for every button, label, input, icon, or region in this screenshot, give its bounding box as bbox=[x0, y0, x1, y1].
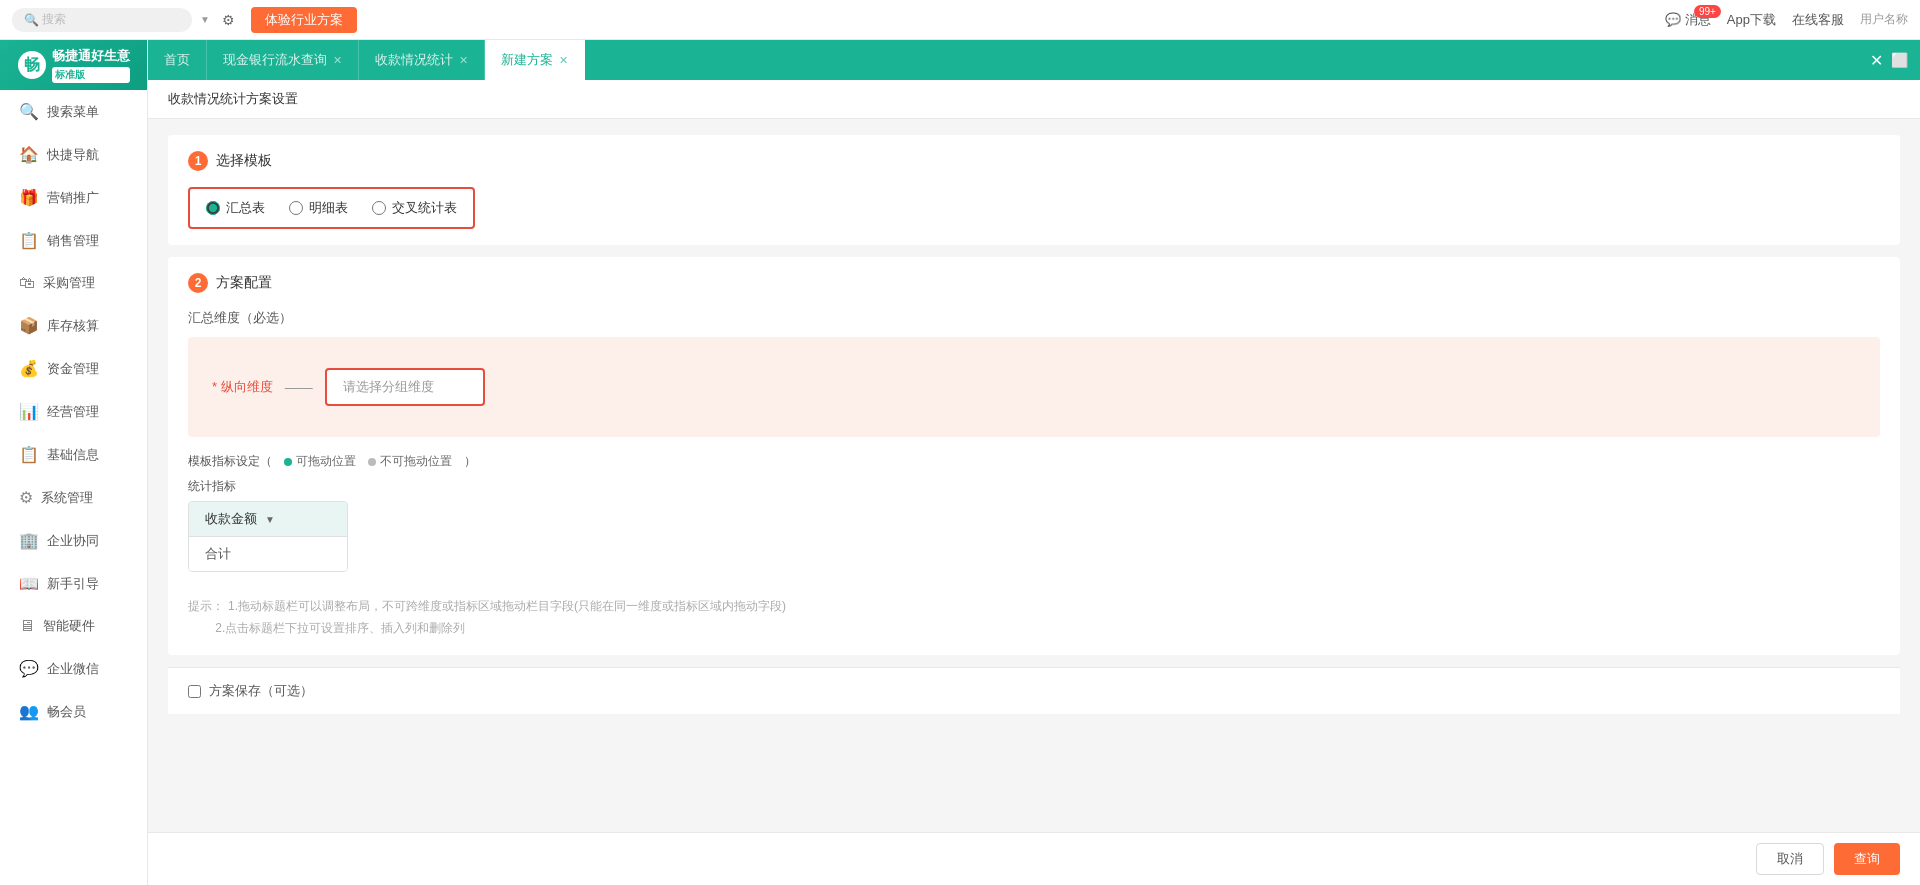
hint-line-1: 提示： 1.拖动标题栏可以调整布局，不可跨维度或指标区域拖动栏目字段(只能在同一… bbox=[188, 596, 1880, 618]
content-area: 首页 现金银行流水查询 ✕ 收款情况统计 ✕ 新建方案 ✕ ✕ ⬜ 收 bbox=[148, 40, 1920, 885]
radio-detail-input[interactable] bbox=[289, 201, 303, 215]
search-menu-icon: 🔍 bbox=[19, 102, 39, 121]
step2-section: 2 方案配置 汇总维度（必选） * 纵向维度 —— bbox=[168, 257, 1900, 655]
dim-arrow-icon: —— bbox=[285, 379, 313, 395]
save-checkbox[interactable] bbox=[188, 685, 201, 698]
page-content: 收款情况统计方案设置 1 选择模板 汇总表 bbox=[148, 80, 1920, 885]
metric-settings: 模板指标设定（ 可拖动位置 不可拖动位置 ） 统计指标 bbox=[188, 453, 1880, 576]
settings-icon[interactable]: ⚙ bbox=[222, 12, 235, 28]
tab-actions: ✕ ⬜ bbox=[1858, 51, 1920, 70]
sidebar: 畅 畅捷通好生意 标准版 🔍 搜索菜单 🏠 快捷导航 🎁 营销推广 📋 销售管理… bbox=[0, 40, 148, 885]
finance-icon: 💰 bbox=[19, 359, 39, 378]
hint-line-2: 2.点击标题栏下拉可设置排序、插入列和删除列 bbox=[188, 618, 1880, 640]
hardware-icon: 🖥 bbox=[19, 617, 35, 635]
tab-stats-close-icon[interactable]: ✕ bbox=[459, 54, 468, 67]
sidebar-item-guide[interactable]: 📖 新手引导 bbox=[0, 562, 147, 605]
sidebar-item-marketing[interactable]: 🎁 营销推广 bbox=[0, 176, 147, 219]
purchase-icon: 🛍 bbox=[19, 274, 35, 292]
sales-icon: 📋 bbox=[19, 231, 39, 250]
radio-detail[interactable]: 明细表 bbox=[289, 199, 348, 217]
tab-bank-close-icon[interactable]: ✕ bbox=[333, 54, 342, 67]
drag-indicator: 可拖动位置 bbox=[284, 453, 356, 470]
dim-row-label: * 纵向维度 bbox=[212, 378, 273, 396]
sidebar-item-member[interactable]: 👥 畅会员 bbox=[0, 690, 147, 733]
basic-icon: 📋 bbox=[19, 445, 39, 464]
sidebar-item-search[interactable]: 🔍 搜索菜单 bbox=[0, 90, 147, 133]
close-window-icon[interactable]: ✕ bbox=[1870, 51, 1883, 70]
sidebar-item-purchase[interactable]: 🛍 采购管理 bbox=[0, 262, 147, 304]
top-bar-right: 💬 消息 99+ App下载 在线客服 用户名称 bbox=[1665, 11, 1908, 29]
save-section: 方案保存（可选） bbox=[168, 667, 1900, 714]
member-icon: 👥 bbox=[19, 702, 39, 721]
sidebar-item-system[interactable]: ⚙ 系统管理 bbox=[0, 476, 147, 519]
tab-bank[interactable]: 现金银行流水查询 ✕ bbox=[207, 40, 359, 80]
top-search[interactable]: 🔍 搜索 bbox=[12, 8, 192, 32]
weixin-icon: 💬 bbox=[19, 659, 39, 678]
hint-title: 提示： bbox=[188, 596, 224, 618]
dim-row: * 纵向维度 —— 请选择分组维度 bbox=[212, 368, 485, 406]
home-icon: 🏠 bbox=[19, 145, 39, 164]
step2-title: 2 方案配置 bbox=[188, 273, 1880, 293]
metric-dropdown-icon[interactable]: ▼ bbox=[265, 514, 275, 525]
query-button[interactable]: 查询 bbox=[1834, 843, 1900, 875]
main-layout: 畅 畅捷通好生意 标准版 🔍 搜索菜单 🏠 快捷导航 🎁 营销推广 📋 销售管理… bbox=[0, 40, 1920, 885]
maximize-icon[interactable]: ⬜ bbox=[1891, 52, 1908, 68]
enterprise-icon: 🏢 bbox=[19, 531, 39, 550]
notification-btn[interactable]: 💬 消息 99+ bbox=[1665, 11, 1711, 29]
radio-cross[interactable]: 交叉统计表 bbox=[372, 199, 457, 217]
sidebar-item-basic[interactable]: 📋 基础信息 bbox=[0, 433, 147, 476]
tab-new-plan-close-icon[interactable]: ✕ bbox=[559, 54, 568, 67]
dim-area: * 纵向维度 —— 请选择分组维度 bbox=[188, 337, 1880, 437]
industry-btn[interactable]: 体验行业方案 bbox=[251, 7, 357, 33]
sidebar-item-inventory[interactable]: 📦 库存核算 bbox=[0, 304, 147, 347]
sidebar-logo: 畅 畅捷通好生意 标准版 bbox=[0, 40, 147, 90]
sidebar-item-finance[interactable]: 💰 资金管理 bbox=[0, 347, 147, 390]
metric-table-row: 合计 bbox=[189, 537, 347, 571]
sidebar-item-hardware[interactable]: 🖥 智能硬件 bbox=[0, 605, 147, 647]
sidebar-item-management[interactable]: 📊 经营管理 bbox=[0, 390, 147, 433]
sidebar-item-quick-nav[interactable]: 🏠 快捷导航 bbox=[0, 133, 147, 176]
tab-bar: 首页 现金银行流水查询 ✕ 收款情况统计 ✕ 新建方案 ✕ ✕ ⬜ bbox=[148, 40, 1920, 80]
template-options: 汇总表 明细表 交叉统计表 bbox=[188, 187, 475, 229]
tab-stats[interactable]: 收款情况统计 ✕ bbox=[359, 40, 485, 80]
cancel-button[interactable]: 取消 bbox=[1756, 843, 1824, 875]
dropdown-arrow-icon[interactable]: ▼ bbox=[200, 14, 210, 25]
form-body: 1 选择模板 汇总表 明细表 bbox=[148, 119, 1920, 832]
logo-icon: 畅 bbox=[18, 51, 46, 79]
hint-area: 提示： 1.拖动标题栏可以调整布局，不可跨维度或指标区域拖动栏目字段(只能在同一… bbox=[188, 596, 1880, 639]
inventory-icon: 📦 bbox=[19, 316, 39, 335]
no-drag-indicator: 不可拖动位置 bbox=[368, 453, 452, 470]
dim-select-box[interactable]: 请选择分组维度 bbox=[325, 368, 485, 406]
user-name[interactable]: 用户名称 bbox=[1860, 11, 1908, 28]
radio-summary-input[interactable] bbox=[206, 201, 220, 215]
radio-summary[interactable]: 汇总表 bbox=[206, 199, 265, 217]
logo-text-group: 畅捷通好生意 标准版 bbox=[52, 47, 130, 83]
top-bar: 🔍 搜索 ▼ ⚙ 体验行业方案 💬 消息 99+ App下载 在线客服 用户名称 bbox=[0, 0, 1920, 40]
metric-header: 模板指标设定（ 可拖动位置 不可拖动位置 ） bbox=[188, 453, 1880, 470]
app-download-btn[interactable]: App下载 bbox=[1727, 11, 1776, 29]
message-icon: 💬 bbox=[1665, 12, 1681, 27]
page-header: 收款情况统计方案设置 bbox=[148, 80, 1920, 119]
footer-bar: 取消 查询 bbox=[148, 832, 1920, 885]
sidebar-item-weixin[interactable]: 💬 企业微信 bbox=[0, 647, 147, 690]
tab-new-plan[interactable]: 新建方案 ✕ bbox=[485, 40, 585, 80]
step1-section: 1 选择模板 汇总表 明细表 bbox=[168, 135, 1900, 245]
guide-icon: 📖 bbox=[19, 574, 39, 593]
system-icon: ⚙ bbox=[19, 488, 33, 507]
tab-home[interactable]: 首页 bbox=[148, 40, 207, 80]
radio-cross-input[interactable] bbox=[372, 201, 386, 215]
step1-title: 1 选择模板 bbox=[188, 151, 1880, 171]
online-service-btn[interactable]: 在线客服 bbox=[1792, 11, 1844, 29]
search-icon: 🔍 bbox=[24, 13, 39, 27]
dim-config: 汇总维度（必选） * 纵向维度 —— 请选择分组维度 bbox=[188, 309, 1880, 437]
gift-icon: 🎁 bbox=[19, 188, 39, 207]
management-icon: 📊 bbox=[19, 402, 39, 421]
sidebar-item-enterprise[interactable]: 🏢 企业协同 bbox=[0, 519, 147, 562]
metric-table-header: 收款金额 ▼ bbox=[189, 502, 347, 537]
sidebar-item-sales[interactable]: 📋 销售管理 bbox=[0, 219, 147, 262]
drag-dot-green bbox=[284, 458, 292, 466]
metric-table: 收款金额 ▼ 合计 bbox=[188, 501, 348, 572]
drag-dot-grey bbox=[368, 458, 376, 466]
